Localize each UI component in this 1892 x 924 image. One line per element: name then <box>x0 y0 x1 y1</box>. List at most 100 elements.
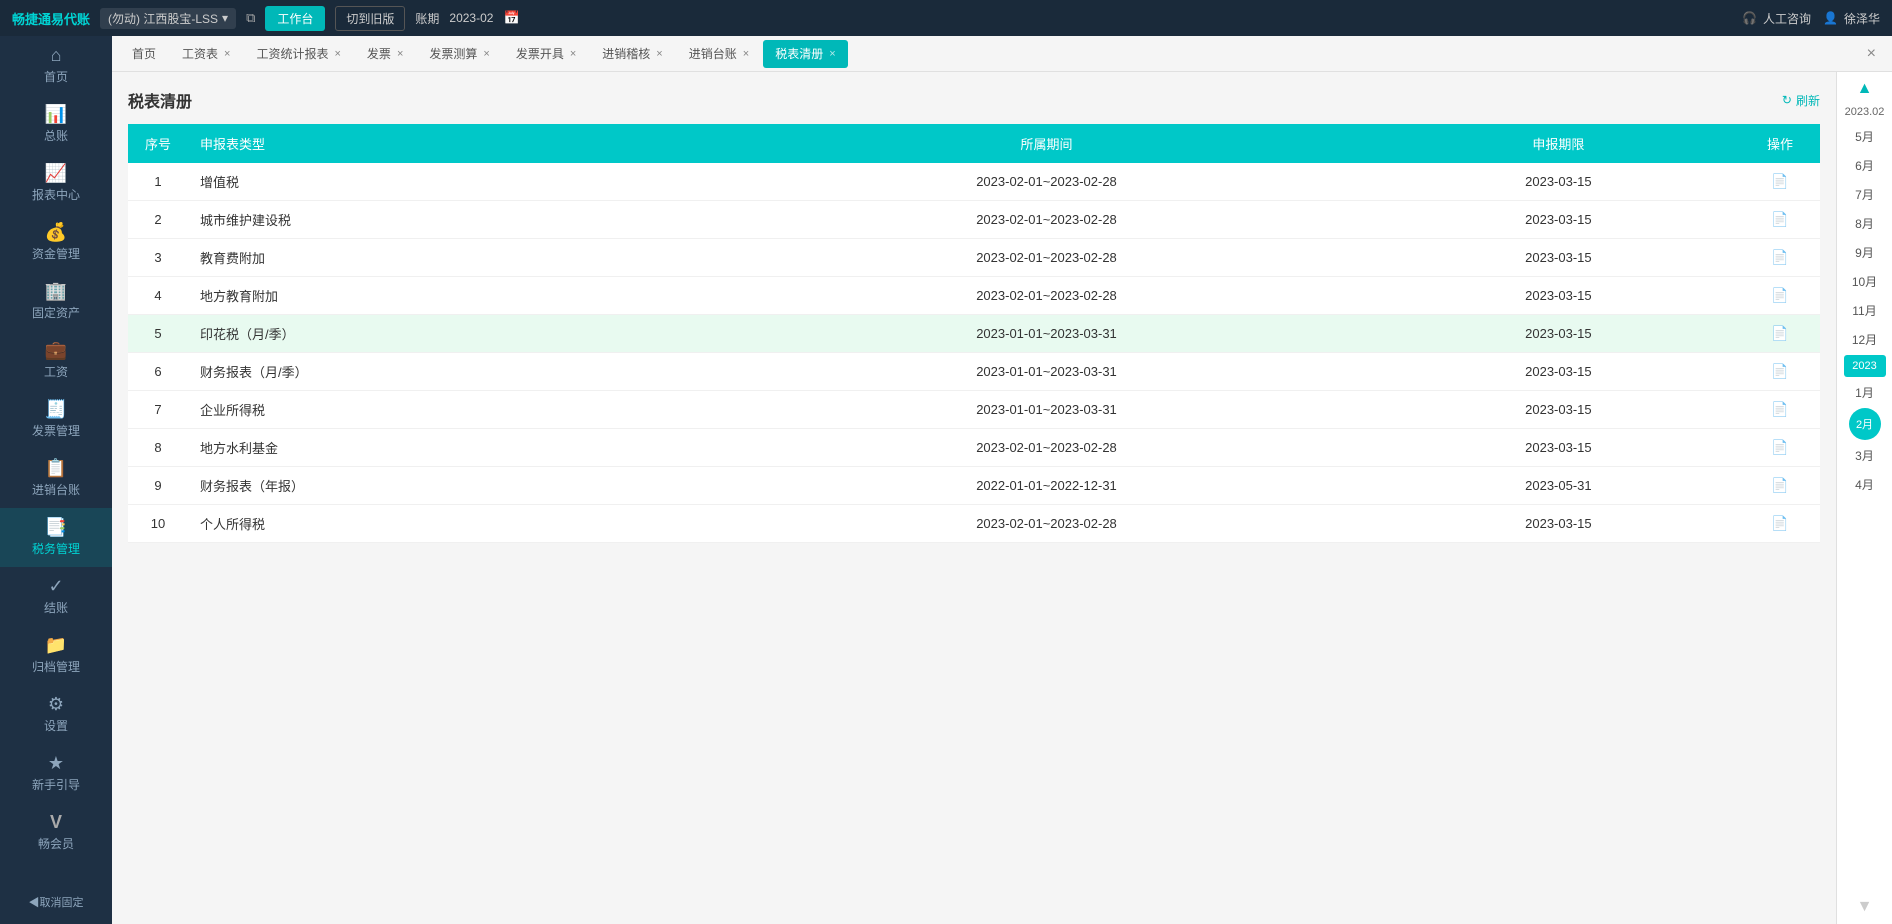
cell-type: 城市维护建设税 <box>188 201 716 239</box>
calendar-icon[interactable]: 📅 <box>503 10 519 26</box>
period-label: 账期 <box>415 10 439 27</box>
cell-action[interactable]: 📄 <box>1740 163 1820 201</box>
action-doc-icon[interactable]: 📄 <box>1771 477 1788 493</box>
window-close-button[interactable]: × <box>1859 45 1884 63</box>
copy-icon[interactable]: ⧉ <box>246 10 255 26</box>
tab-close-salary-table[interactable]: × <box>224 48 230 60</box>
cell-type: 地方教育附加 <box>188 277 716 315</box>
panel-month-5[interactable]: 5月 <box>1844 123 1886 150</box>
tab-invoice-calc[interactable]: 发票测算 × <box>417 40 501 68</box>
cell-no: 6 <box>128 353 188 391</box>
action-doc-icon[interactable]: 📄 <box>1771 439 1788 455</box>
panel-year-label: 2023.02 <box>1843 102 1887 122</box>
panel-down-arrow[interactable]: ▼ <box>1853 894 1877 920</box>
tab-salary-stats[interactable]: 工资统计报表 × <box>244 40 352 68</box>
action-doc-icon[interactable]: 📄 <box>1771 173 1788 189</box>
settings-icon: ⚙ <box>48 695 64 713</box>
action-doc-icon[interactable]: 📄 <box>1771 211 1788 227</box>
refresh-button[interactable]: ↻ 刷新 <box>1782 92 1820 109</box>
action-doc-icon[interactable]: 📄 <box>1771 363 1788 379</box>
company-selector[interactable]: (勿动) 江西股宝-LSS ▾ <box>100 8 236 29</box>
tab-close-invoice-calc[interactable]: × <box>483 48 489 60</box>
tab-tax-list[interactable]: 税表清册 × <box>763 40 847 68</box>
workbench-button[interactable]: 工作台 <box>265 6 325 31</box>
sidebar-item-settings[interactable]: ⚙ 设置 <box>0 685 112 744</box>
table-row: 6 财务报表（月/季） 2023-01-01~2023-03-31 2023-0… <box>128 353 1820 391</box>
sidebar-item-fund[interactable]: 💰 资金管理 <box>0 213 112 272</box>
guide-icon: ★ <box>48 754 64 772</box>
tab-salary-table[interactable]: 工资表 × <box>170 40 242 68</box>
panel-month-11[interactable]: 11月 <box>1844 297 1886 324</box>
sidebar-item-report[interactable]: 📈 报表中心 <box>0 154 112 213</box>
panel-month-4[interactable]: 4月 <box>1844 471 1886 498</box>
panel-month-3[interactable]: 3月 <box>1844 442 1886 469</box>
panel-month-12[interactable]: 12月 <box>1844 326 1886 353</box>
tab-purchase-ledger[interactable]: 进销台账 × <box>677 40 761 68</box>
table-row: 10 个人所得税 2023-02-01~2023-02-28 2023-03-1… <box>128 505 1820 543</box>
panel-month-7[interactable]: 7月 <box>1844 181 1886 208</box>
action-doc-icon[interactable]: 📄 <box>1771 325 1788 341</box>
table-row: 2 城市维护建设税 2023-02-01~2023-02-28 2023-03-… <box>128 201 1820 239</box>
cancel-fixed-button[interactable]: ◀取消固定 <box>0 888 112 916</box>
cell-action[interactable]: 📄 <box>1740 277 1820 315</box>
panel-month-9[interactable]: 9月 <box>1844 239 1886 266</box>
cell-action[interactable]: 📄 <box>1740 505 1820 543</box>
cell-period: 2023-01-01~2023-03-31 <box>716 315 1377 353</box>
content-area: 首页 工资表 × 工资统计报表 × 发票 × 发票测算 × 发票开具 × <box>112 36 1892 924</box>
cell-action[interactable]: 📄 <box>1740 429 1820 467</box>
panel-up-arrow[interactable]: ▲ <box>1853 76 1877 102</box>
sidebar-item-tax[interactable]: 📑 税务管理 <box>0 508 112 567</box>
tab-close-purchase-ledger[interactable]: × <box>743 48 749 60</box>
sidebar-item-archive[interactable]: 📁 归档管理 <box>0 626 112 685</box>
page-header: 税表清册 ↻ 刷新 <box>128 88 1820 112</box>
old-version-button[interactable]: 切到旧版 <box>335 6 405 31</box>
tab-invoice-open[interactable]: 发票开具 × <box>504 40 588 68</box>
action-doc-icon[interactable]: 📄 <box>1771 287 1788 303</box>
sidebar-item-member[interactable]: V 畅会员 <box>0 803 112 862</box>
sidebar-label-fund: 资金管理 <box>32 245 80 262</box>
tab-purchase-check[interactable]: 进销稽核 × <box>590 40 674 68</box>
sidebar-item-purchase[interactable]: 📋 进销台账 <box>0 449 112 508</box>
panel-month-2-active[interactable]: 2月 <box>1849 408 1881 440</box>
sidebar-item-asset[interactable]: 🏢 固定资产 <box>0 272 112 331</box>
cell-deadline: 2023-05-31 <box>1377 467 1740 505</box>
panel-month-1[interactable]: 1月 <box>1844 379 1886 406</box>
panel-month-10[interactable]: 10月 <box>1844 268 1886 295</box>
cell-deadline: 2023-03-15 <box>1377 163 1740 201</box>
cell-action[interactable]: 📄 <box>1740 315 1820 353</box>
main-layout: ⌂ 首页 📊 总账 📈 报表中心 💰 资金管理 🏢 固定资产 💼 工资 🧾 发票… <box>0 36 1892 924</box>
table-row: 4 地方教育附加 2023-02-01~2023-02-28 2023-03-1… <box>128 277 1820 315</box>
action-doc-icon[interactable]: 📄 <box>1771 401 1788 417</box>
table-row: 1 增值税 2023-02-01~2023-02-28 2023-03-15 📄 <box>128 163 1820 201</box>
period-value[interactable]: 2023-02 <box>449 11 493 25</box>
cell-action[interactable]: 📄 <box>1740 391 1820 429</box>
tab-close-invoice[interactable]: × <box>397 48 403 60</box>
cell-no: 3 <box>128 239 188 277</box>
top-bar: 畅捷通易代账 (勿动) 江西股宝-LSS ▾ ⧉ 工作台 切到旧版 账期 202… <box>0 0 1892 36</box>
cell-action[interactable]: 📄 <box>1740 467 1820 505</box>
panel-month-6[interactable]: 6月 <box>1844 152 1886 179</box>
sidebar-item-salary[interactable]: 💼 工资 <box>0 331 112 390</box>
col-header-no: 序号 <box>128 124 188 163</box>
sidebar-item-settlement[interactable]: ✓ 结账 <box>0 567 112 626</box>
tab-close-tax-list[interactable]: × <box>829 48 835 60</box>
sidebar-item-invoice[interactable]: 🧾 发票管理 <box>0 390 112 449</box>
action-doc-icon[interactable]: 📄 <box>1771 515 1788 531</box>
tab-close-purchase-check[interactable]: × <box>656 48 662 60</box>
cell-action[interactable]: 📄 <box>1740 353 1820 391</box>
table-row: 7 企业所得税 2023-01-01~2023-03-31 2023-03-15… <box>128 391 1820 429</box>
sidebar-item-ledger[interactable]: 📊 总账 <box>0 95 112 154</box>
user-profile[interactable]: 👤 徐泽华 <box>1823 10 1880 27</box>
cell-action[interactable]: 📄 <box>1740 239 1820 277</box>
tab-close-salary-stats[interactable]: × <box>334 48 340 60</box>
tab-home[interactable]: 首页 <box>120 40 168 68</box>
tab-close-invoice-open[interactable]: × <box>570 48 576 60</box>
customer-service[interactable]: 🎧 人工咨询 <box>1742 10 1811 27</box>
sidebar-item-guide[interactable]: ★ 新手引导 <box>0 744 112 803</box>
tab-invoice[interactable]: 发票 × <box>355 40 415 68</box>
action-doc-icon[interactable]: 📄 <box>1771 249 1788 265</box>
cell-deadline: 2023-03-15 <box>1377 391 1740 429</box>
sidebar-item-home[interactable]: ⌂ 首页 <box>0 36 112 95</box>
cell-action[interactable]: 📄 <box>1740 201 1820 239</box>
panel-month-8[interactable]: 8月 <box>1844 210 1886 237</box>
